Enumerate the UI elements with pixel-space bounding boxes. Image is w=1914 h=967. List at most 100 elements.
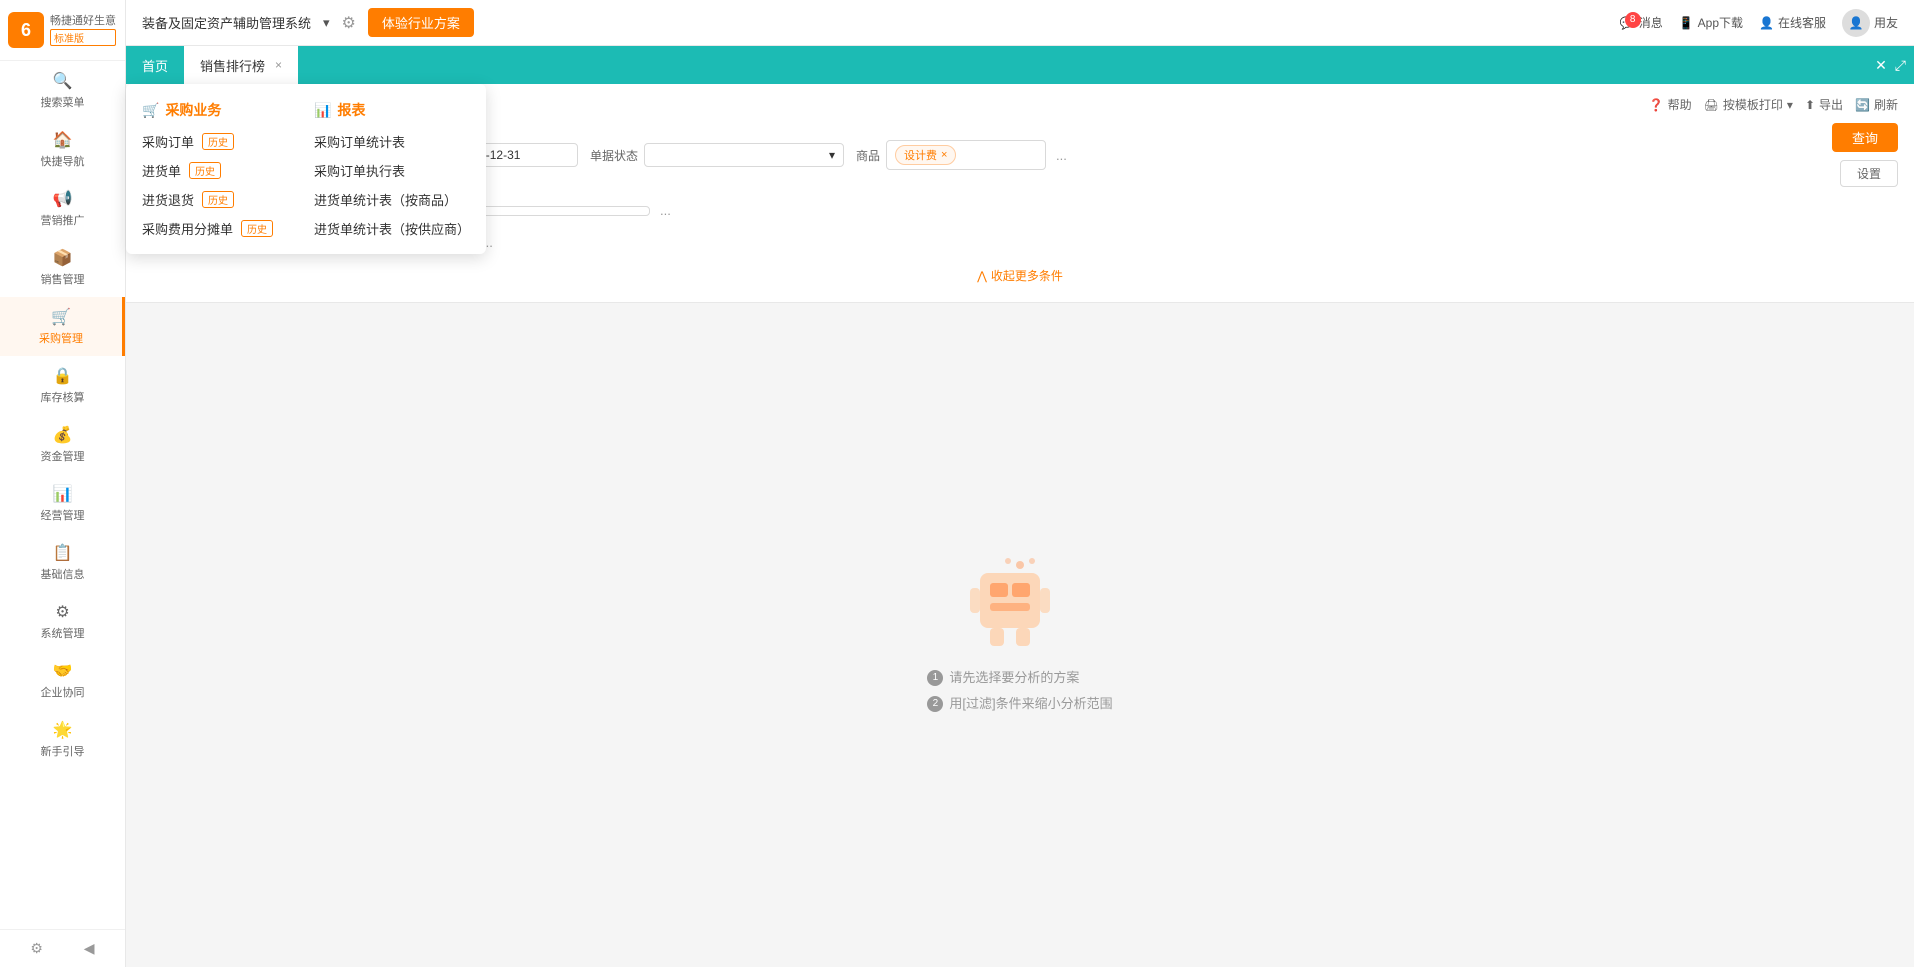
topbar-dropdown[interactable]: ▾ xyxy=(323,15,330,31)
notif-badge: 8 xyxy=(1625,12,1641,28)
incoming-label: 进货单 xyxy=(142,161,181,180)
print-dropdown-icon: ▾ xyxy=(1787,98,1793,112)
print-icon: 🖨 xyxy=(1704,98,1719,112)
industry-btn[interactable]: 体验行业方案 xyxy=(368,8,474,37)
user-action[interactable]: 👤 用友 xyxy=(1842,9,1898,37)
tab-close-window-icon[interactable]: ✕ xyxy=(1875,57,1887,74)
logo-text: 畅捷通好生意 xyxy=(50,14,116,29)
hint-2: 2 用[过滤]条件来缩小分析范围 xyxy=(927,691,1112,717)
goods-tag-close-icon[interactable]: × xyxy=(941,149,947,161)
menu-item-return[interactable]: 进货退货 历史 xyxy=(142,190,298,209)
goods-dots[interactable]: ... xyxy=(1052,148,1071,163)
home-icon: 🏠 xyxy=(53,130,73,150)
filter-collapse[interactable]: ⋀ 收起更多条件 xyxy=(142,261,1898,290)
help-label: 帮助 xyxy=(1668,96,1692,113)
expense-label: 采购费用分摊单 xyxy=(142,219,233,238)
refresh-icon: 🔄 xyxy=(1855,98,1870,112)
sidebar-item-operations[interactable]: 📊 经营管理 xyxy=(0,474,125,533)
base-info-icon: 📋 xyxy=(53,543,73,563)
sidebar-item-enterprise[interactable]: 🤝 企业协同 xyxy=(0,651,125,710)
collapse-label: 收起更多条件 xyxy=(991,267,1063,284)
menu-item-po-stat[interactable]: 采购订单统计表 xyxy=(314,132,470,151)
notif-wrap: 💬 8 xyxy=(1620,16,1635,30)
po-exec-label: 采购订单执行表 xyxy=(314,161,405,180)
hist-badge-expense[interactable]: 历史 xyxy=(241,220,273,237)
sidebar-item-sales[interactable]: 📦 销售管理 xyxy=(0,238,125,297)
search-icon: 🔍 xyxy=(53,71,73,91)
purchase-section-title: 🛒 采购业务 xyxy=(142,100,298,120)
help-action[interactable]: ❓ 帮助 xyxy=(1649,96,1692,113)
report-section-icon: 📊 xyxy=(314,102,331,119)
chevron-down-icon: ▾ xyxy=(829,148,835,162)
menu-item-expense[interactable]: 采购费用分摊单 历史 xyxy=(142,219,298,238)
hist-badge-purchase-order[interactable]: 历史 xyxy=(202,133,234,150)
sidebar-item-marketing[interactable]: 📢 营销推广 xyxy=(0,179,125,238)
collapse-up-icon: ⋀ xyxy=(977,269,987,283)
po-stat-label: 采购订单统计表 xyxy=(314,132,405,151)
hist-badge-return[interactable]: 历史 xyxy=(202,191,234,208)
menu-item-incoming-stat-goods[interactable]: 进货单统计表（按商品） xyxy=(314,190,470,209)
operations-icon: 📊 xyxy=(53,484,73,504)
purchase-dropdown-menu: 🛒 采购业务 采购订单 历史 进货单 历史 进货退货 历史 采购费用分摊单 xyxy=(126,84,486,254)
system-icon: ⚙ xyxy=(55,602,69,622)
purchase-section: 🛒 采购业务 采购订单 历史 进货单 历史 进货退货 历史 采购费用分摊单 xyxy=(142,100,298,238)
footer-collapse-btn[interactable]: ◀ xyxy=(84,940,95,957)
guide-icon: 🌟 xyxy=(53,720,73,740)
report-section-title: 📊 报表 xyxy=(314,100,470,120)
messages-label: 消息 xyxy=(1639,14,1663,31)
refresh-action[interactable]: 🔄 刷新 xyxy=(1855,96,1898,113)
menu-item-incoming-stat-supplier[interactable]: 进货单统计表（按供应商） xyxy=(314,219,470,238)
sidebar-item-quick-nav[interactable]: 🏠 快捷导航 xyxy=(0,120,125,179)
purchase-icon: 🛒 xyxy=(51,307,71,327)
topbar-actions: 💬 8 消息 📱 App下载 👤 在线客服 👤 用 xyxy=(1620,9,1898,37)
online-service-action[interactable]: 👤 在线客服 xyxy=(1759,14,1826,31)
help-icon: ❓ xyxy=(1649,98,1664,112)
empty-icon xyxy=(960,553,1080,653)
purchase-menu-items: 采购订单 历史 进货单 历史 进货退货 历史 采购费用分摊单 历史 xyxy=(142,132,298,238)
query-btn[interactable]: 查询 xyxy=(1832,123,1898,152)
setting-btn[interactable]: 设置 xyxy=(1840,160,1898,187)
doc-status-select[interactable]: ▾ xyxy=(644,143,844,167)
goods-input[interactable]: 设计费 × xyxy=(886,140,1046,170)
enterprise-icon: 🤝 xyxy=(53,661,73,681)
hist-badge-incoming[interactable]: 历史 xyxy=(189,162,221,179)
menu-item-incoming[interactable]: 进货单 历史 xyxy=(142,161,298,180)
sidebar-item-guide[interactable]: 🌟 新手引导 xyxy=(0,710,125,769)
tab-close-icon[interactable]: × xyxy=(275,58,282,72)
menu-item-po-exec[interactable]: 采购订单执行表 xyxy=(314,161,470,180)
app-download-action[interactable]: 📱 App下载 xyxy=(1679,14,1743,31)
messages-action[interactable]: 💬 8 消息 xyxy=(1620,14,1663,31)
empty-text: 1 请先选择要分析的方案 2 用[过滤]条件来缩小分析范围 xyxy=(927,665,1112,717)
sidebar-logo: 6 畅捷通好生意 标准版 xyxy=(0,0,125,61)
tab-sales-rank[interactable]: 销售排行榜 × xyxy=(184,46,298,84)
sidebar-item-system[interactable]: ⚙ 系统管理 xyxy=(0,592,125,651)
export-action[interactable]: ⬆ 导出 xyxy=(1805,96,1843,113)
return-label: 进货退货 xyxy=(142,190,194,209)
avatar-placeholder: 👤 xyxy=(1849,16,1864,30)
tabbar-controls: ✕ ⤢ xyxy=(1867,46,1914,84)
system-title: 装备及固定资产辅助管理系统 xyxy=(142,13,311,32)
tab-fullscreen-icon[interactable]: ⤢ xyxy=(1895,57,1906,74)
sidebar-nav: 🔍 搜索菜单 🏠 快捷导航 📢 营销推广 📦 销售管理 🛒 采购管理 🔒 xyxy=(0,61,125,929)
sidebar-item-base-info[interactable]: 📋 基础信息 xyxy=(0,533,125,592)
footer-settings-btn[interactable]: ⚙ xyxy=(30,940,43,957)
goods-tag: 设计费 × xyxy=(895,145,956,165)
incoming-stat-supplier-label: 进货单统计表（按供应商） xyxy=(314,219,470,238)
sidebar-footer: ⚙ ◀ xyxy=(0,929,125,967)
menu-item-purchase-order[interactable]: 采购订单 历史 xyxy=(142,132,298,151)
sidebar-item-finance[interactable]: 💰 资金管理 xyxy=(0,415,125,474)
refresh-label: 刷新 xyxy=(1874,96,1898,113)
active-tab-label: 销售排行榜 xyxy=(200,56,265,75)
sidebar-item-inventory[interactable]: 🔒 库存核算 xyxy=(0,356,125,415)
salesperson-dots[interactable]: ... xyxy=(656,203,675,218)
settings-gear-icon[interactable]: ⚙ xyxy=(342,13,356,33)
tab-home[interactable]: 首页 xyxy=(126,46,184,84)
print-action[interactable]: 🖨 按模板打印 ▾ xyxy=(1704,96,1793,113)
sidebar-item-purchase[interactable]: 🛒 采购管理 xyxy=(0,297,125,356)
sidebar: 6 畅捷通好生意 标准版 🔍 搜索菜单 🏠 快捷导航 📢 营销推广 📦 xyxy=(0,0,126,967)
sales-icon: 📦 xyxy=(53,248,73,268)
sidebar-item-search[interactable]: 🔍 搜索菜单 xyxy=(0,61,125,120)
goods-filter: 商品 设计费 × ... xyxy=(856,140,1071,170)
marketing-icon: 📢 xyxy=(53,189,73,209)
filter-right-actions: 查询 设置 xyxy=(1832,123,1898,187)
